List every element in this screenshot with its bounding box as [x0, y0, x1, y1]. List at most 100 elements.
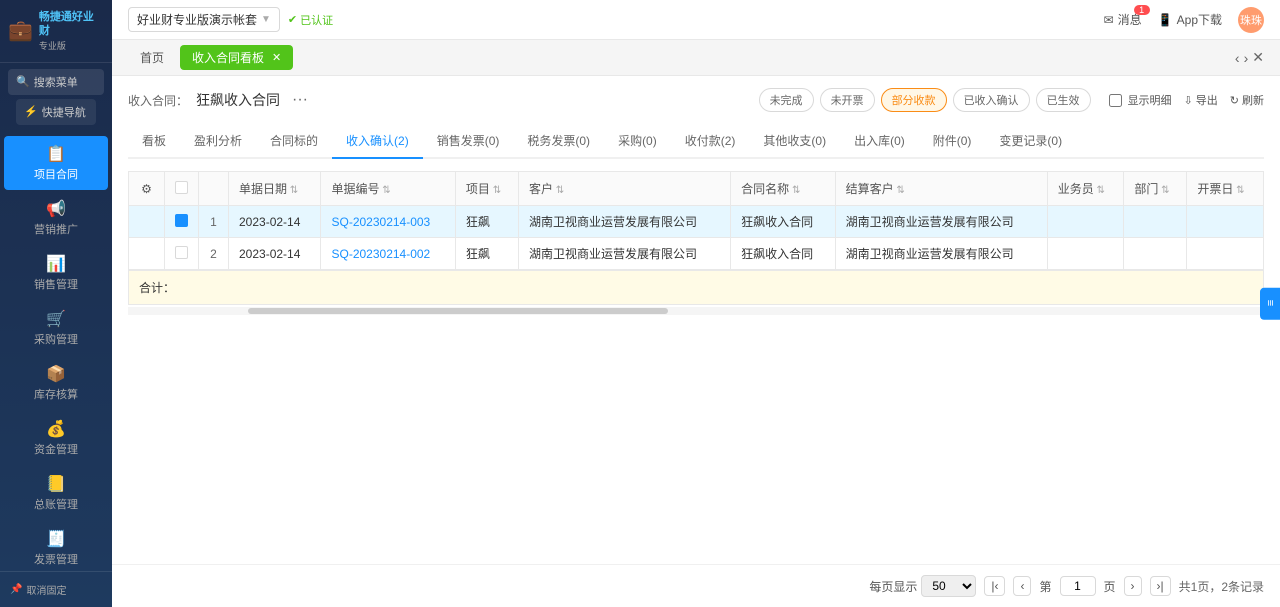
tab-other[interactable]: 其他收支(0) [749, 124, 840, 159]
show-detail-label: 显示明细 [1128, 92, 1172, 108]
row-invdate-1 [1187, 206, 1264, 238]
sidebar-bottom: 📌 取消固定 [0, 571, 112, 607]
close-all-button[interactable]: ✕ [1252, 49, 1264, 66]
sidebar-item-invoice[interactable]: 🧾 发票管理 [4, 521, 108, 571]
col-invoice-date[interactable]: 开票日 [1187, 172, 1264, 206]
col-orderno[interactable]: 单据编号 [321, 172, 455, 206]
col-num [199, 172, 229, 206]
row-contract-1: 狂飙收入合同 [731, 206, 835, 238]
quick-nav-button[interactable]: ⚡ 快捷导航 [16, 99, 96, 125]
search-menu-button[interactable]: 🔍 搜索菜单 [8, 69, 104, 95]
page-input[interactable] [1060, 576, 1096, 596]
sidebar-item-marketing[interactable]: 📢 营销推广 [4, 191, 108, 245]
col-date[interactable]: 单据日期 [229, 172, 321, 206]
close-icon[interactable]: ✕ [272, 51, 281, 64]
tab-income-confirm[interactable]: 收入确认(2) [332, 124, 423, 159]
more-actions-button[interactable]: ··· [288, 91, 312, 109]
show-detail-input[interactable] [1109, 94, 1122, 107]
row-checkbox-2[interactable] [165, 238, 199, 270]
table-row: 1 2023-02-14 SQ-20230214-003 狂飙 湖南卫视商业运营… [129, 206, 1264, 238]
per-page-select[interactable]: 20 50 100 [921, 575, 976, 597]
nav-prev-button[interactable]: ‹ [1235, 50, 1240, 66]
tab-sales-invoice[interactable]: 销售发票(0) [423, 124, 514, 159]
tab-warehouse[interactable]: 出入库(0) [840, 124, 919, 159]
tab-subject[interactable]: 合同标的 [256, 124, 332, 159]
scrollbar-thumb[interactable] [248, 308, 668, 314]
right-edge-button[interactable]: ≡ [1260, 287, 1280, 319]
tab-changes[interactable]: 变更记录(0) [985, 124, 1076, 159]
row-date-2: 2023-02-14 [229, 238, 321, 270]
refresh-label: 刷新 [1242, 92, 1264, 108]
right-edge-icon: ≡ [1264, 299, 1276, 307]
topbar-left: 好业财专业版演示帐套 ▼ ✔ 已认证 [128, 7, 333, 32]
status-partial-btn[interactable]: 部分收款 [881, 88, 947, 112]
sidebar-item-purchase[interactable]: 🛒 采购管理 [4, 301, 108, 355]
status-uninvoiced-btn[interactable]: 未开票 [820, 88, 875, 112]
tab-contract[interactable]: 收入合同看板 ✕ [180, 45, 293, 70]
page-total: 共1页，2条记录 [1179, 578, 1264, 595]
refresh-icon: ↻ [1230, 94, 1239, 107]
sidebar-item-sales[interactable]: 📊 销售管理 [4, 246, 108, 300]
col-dept[interactable]: 部门 [1124, 172, 1187, 206]
avatar-text: 珠珠 [1240, 12, 1262, 28]
topbar-right: ✉ 1 消息 📱 App下载 珠珠 [1104, 7, 1264, 33]
row-check-2[interactable] [175, 246, 188, 259]
inventory-icon: 📦 [46, 364, 66, 384]
order-link-2[interactable]: SQ-20230214-002 [331, 247, 430, 261]
app-download-button[interactable]: 📱 App下载 [1158, 11, 1222, 28]
company-selector[interactable]: 好业财专业版演示帐套 ▼ [128, 7, 280, 32]
nav-next-button[interactable]: › [1244, 50, 1249, 66]
row-salesman-1 [1047, 206, 1124, 238]
refresh-button[interactable]: ↻ 刷新 [1230, 92, 1264, 108]
tab-payment[interactable]: 收付款(2) [671, 124, 750, 159]
tab-kanban[interactable]: 看板 [128, 124, 180, 159]
row-settle-2: 湖南卫视商业运营发展有限公司 [835, 238, 1047, 270]
company-name: 好业财专业版演示帐套 [137, 11, 257, 28]
sidebar-item-general[interactable]: 📒 总账管理 [4, 466, 108, 520]
sidebar-item-inventory[interactable]: 📦 库存核算 [4, 356, 108, 410]
col-project[interactable]: 项目 [455, 172, 518, 206]
pin-button[interactable]: 📌 取消固定 [6, 578, 106, 601]
status-incomplete-btn[interactable]: 未完成 [759, 88, 814, 112]
col-checkbox[interactable] [165, 172, 199, 206]
tab-home[interactable]: 首页 [128, 43, 176, 72]
page-next-button[interactable]: › [1124, 576, 1142, 596]
tab-contract-label: 收入合同看板 [192, 49, 264, 66]
invoice-icon: 🧾 [46, 529, 66, 549]
export-button[interactable]: ⇩ 导出 [1184, 92, 1218, 108]
row-dept-1 [1124, 206, 1187, 238]
page-prev-button[interactable]: ‹ [1013, 576, 1031, 596]
col-contract[interactable]: 合同名称 [731, 172, 835, 206]
page-last-button[interactable]: ›| [1150, 576, 1171, 596]
sidebar-item-project[interactable]: 📋 项目合同 [4, 136, 108, 190]
col-salesman[interactable]: 业务员 [1047, 172, 1124, 206]
project-icon: 📋 [46, 144, 66, 164]
certified-badge: ✔ 已认证 [288, 12, 333, 28]
tab-purchase[interactable]: 采购(0) [604, 124, 671, 159]
search-icon: 🔍 [16, 75, 30, 88]
status-effective-btn[interactable]: 已生效 [1036, 88, 1091, 112]
col-settle[interactable]: 结算客户 [835, 172, 1047, 206]
show-detail-checkbox[interactable]: 显示明细 [1109, 92, 1172, 108]
order-link-1[interactable]: SQ-20230214-003 [331, 215, 430, 229]
status-confirmed-btn[interactable]: 已收入确认 [953, 88, 1030, 112]
user-menu[interactable]: 珠珠 [1238, 7, 1264, 33]
row-contract-2: 狂飙收入合同 [731, 238, 835, 270]
sidebar-item-fund[interactable]: 💰 资金管理 [4, 411, 108, 465]
row-orderno-1[interactable]: SQ-20230214-003 [321, 206, 455, 238]
tab-attachment[interactable]: 附件(0) [919, 124, 986, 159]
certified-label: 已认证 [300, 12, 333, 28]
page-first-button[interactable]: |‹ [984, 576, 1005, 596]
sidebar-item-label: 采购管理 [34, 331, 78, 347]
row-settle-1: 湖南卫视商业运营发展有限公司 [835, 206, 1047, 238]
tab-tax-invoice[interactable]: 税务发票(0) [513, 124, 604, 159]
col-customer[interactable]: 客户 [518, 172, 730, 206]
row-check-1[interactable] [175, 214, 188, 227]
col-settings[interactable]: ⚙ [129, 172, 165, 206]
message-button[interactable]: ✉ 1 消息 [1104, 11, 1142, 28]
sidebar-item-label: 营销推广 [34, 221, 78, 237]
select-all-checkbox[interactable] [175, 181, 188, 194]
row-checkbox-1[interactable] [165, 206, 199, 238]
row-orderno-2[interactable]: SQ-20230214-002 [321, 238, 455, 270]
tab-profit[interactable]: 盈利分析 [180, 124, 256, 159]
